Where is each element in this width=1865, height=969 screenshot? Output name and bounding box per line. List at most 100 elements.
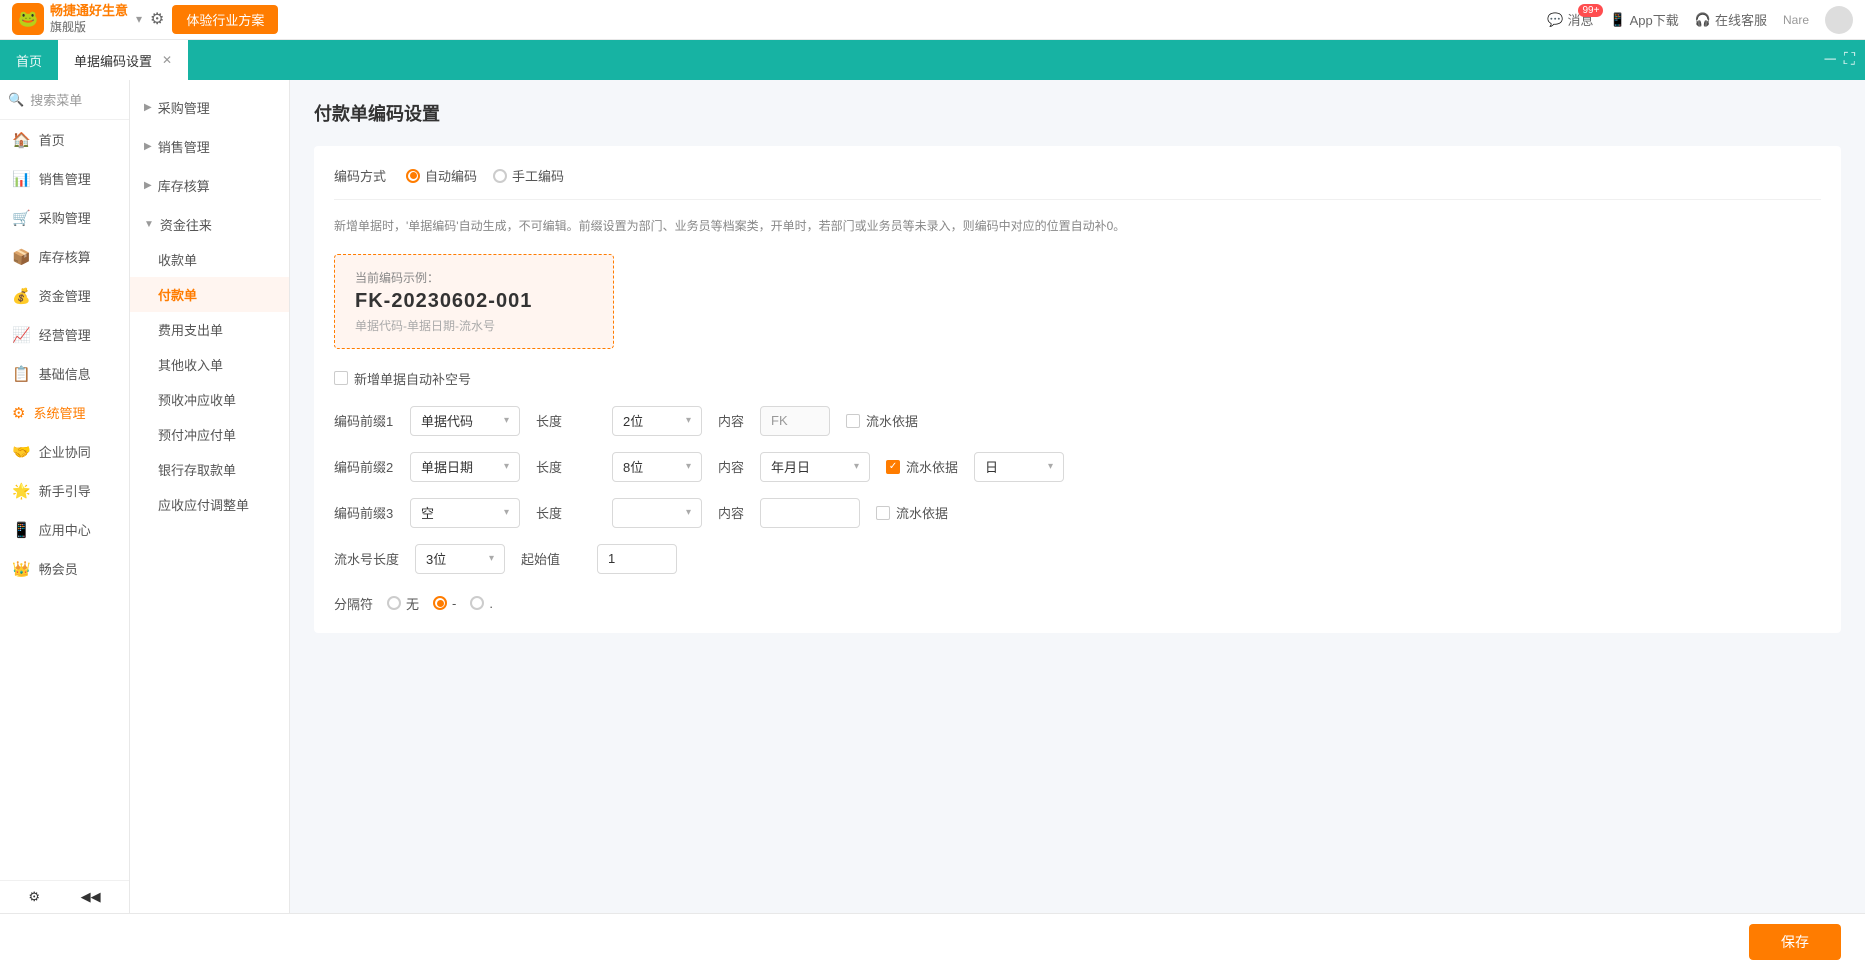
sub-menu-bank[interactable]: 银行存取款单 xyxy=(130,452,289,487)
sidebar-item-operations[interactable]: 📈 经营管理 xyxy=(0,315,129,354)
sep-dot-label: . xyxy=(489,596,493,611)
expand-icon[interactable]: ⛶ xyxy=(1844,51,1855,69)
sub-menu-funds: ▼ 资金往来 收款单 付款单 费用支出单 其他收入单 预收冲应收单 预付冲应付单… xyxy=(130,207,289,522)
start-value-input[interactable]: 1 xyxy=(597,544,677,574)
sep-dot-dot xyxy=(470,596,484,610)
sidebar-item-apps[interactable]: 📱 应用中心 xyxy=(0,510,129,549)
sub-menu-receipt[interactable]: 收款单 xyxy=(130,242,289,277)
sidebar-item-enterprise[interactable]: 🤝 企业协同 xyxy=(0,432,129,471)
sep-none-label: 无 xyxy=(406,594,419,613)
sidebar-search[interactable]: 🔍 搜索菜单 xyxy=(0,80,129,120)
code-preview-desc: 单据代码-单据日期-流水号 xyxy=(355,317,593,334)
trial-button[interactable]: 体验行业方案 xyxy=(172,5,278,34)
serial-length-arrow-icon: ▾ xyxy=(489,553,494,564)
sub-menu-payment[interactable]: 付款单 xyxy=(130,277,289,312)
prefix3-select[interactable]: 空 ▾ xyxy=(410,498,520,528)
sidebar-item-system[interactable]: ⚙ 系统管理 xyxy=(0,393,129,432)
online-service-label: 在线客服 xyxy=(1715,10,1767,29)
sep-none-radio[interactable]: 无 xyxy=(387,594,419,613)
message-button[interactable]: 💬 消息 99+ xyxy=(1547,10,1593,29)
sidebar-item-inventory[interactable]: 📦 库存核算 xyxy=(0,237,129,276)
length1-label: 长度 xyxy=(536,411,596,430)
serial2-unit-select[interactable]: 日 ▾ xyxy=(974,452,1064,482)
sub-menu-sales: ▶ 销售管理 xyxy=(130,129,289,164)
sub-menu-purchase: ▶ 采购管理 xyxy=(130,90,289,125)
sidebar-collapse-icon[interactable]: ◀◀ xyxy=(81,889,101,905)
sidebar-item-member[interactable]: 👑 畅会员 xyxy=(0,549,129,588)
prefix1-label: 编码前缀1 xyxy=(334,411,394,430)
sub-menu-advance-payment[interactable]: 预付冲应付单 xyxy=(130,417,289,452)
online-service-button[interactable]: 🎧 在线客服 xyxy=(1695,10,1767,29)
serial-length-select[interactable]: 3位 ▾ xyxy=(415,544,505,574)
page-content: 付款单编码设置 编码方式 自动编码 手工编码 xyxy=(290,80,1865,913)
sidebar-item-sales[interactable]: 📊 销售管理 xyxy=(0,159,129,198)
tab-encoding-settings[interactable]: 单据编码设置 ✕ xyxy=(58,40,188,80)
sep-dash-radio[interactable]: - xyxy=(433,596,456,611)
sub-menu-funds-title[interactable]: ▼ 资金往来 xyxy=(130,207,289,242)
tab-close-icon[interactable]: ✕ xyxy=(162,53,172,67)
auto-code-radio[interactable]: 自动编码 xyxy=(406,166,477,185)
manual-code-radio-dot xyxy=(493,169,507,183)
sub-menu-inventory-title[interactable]: ▶ 库存核算 xyxy=(130,168,289,203)
prefix1-select[interactable]: 单据代码 ▾ xyxy=(410,406,520,436)
message-badge: 99+ xyxy=(1578,4,1603,17)
info-text: 新增单据时，'单据编码'自动生成，不可编辑。前缀设置为部门、业务员等档案类，开单… xyxy=(334,216,1821,238)
serial1-checkbox[interactable] xyxy=(846,414,860,428)
length3-select[interactable]: ▾ xyxy=(612,498,702,528)
sub-menu-advance-receipt[interactable]: 预收冲应收单 xyxy=(130,382,289,417)
sidebar-item-home[interactable]: 🏠 首页 xyxy=(0,120,129,159)
inventory-arrow-icon: ▶ xyxy=(144,180,152,191)
purchase-icon: 🛒 xyxy=(12,209,31,227)
prefix3-arrow-icon: ▾ xyxy=(504,507,509,518)
sub-menu-purchase-title[interactable]: ▶ 采购管理 xyxy=(130,90,289,125)
separator-row: 分隔符 无 - . xyxy=(334,594,1821,613)
tab-home[interactable]: 首页 xyxy=(0,40,58,80)
app-download-button[interactable]: 📱 App下载 xyxy=(1609,10,1678,29)
content2-arrow-icon: ▾ xyxy=(854,461,859,472)
sub-menu-purchase-label: 采购管理 xyxy=(158,98,210,117)
system-icon: ⚙ xyxy=(12,404,25,422)
content2-select[interactable]: 年月日 ▾ xyxy=(760,452,870,482)
prefix3-label: 编码前缀3 xyxy=(334,503,394,522)
tab-home-label: 首页 xyxy=(16,51,42,70)
length1-value: 2位 xyxy=(623,411,680,430)
sidebar-item-basics[interactable]: 📋 基础信息 xyxy=(0,354,129,393)
sidebar-member-label: 畅会员 xyxy=(39,559,78,578)
sidebar-item-guide[interactable]: 🌟 新手引导 xyxy=(0,471,129,510)
sidebar-item-purchase[interactable]: 🛒 采购管理 xyxy=(0,198,129,237)
apps-icon: 📱 xyxy=(12,521,31,539)
sub-menu-other-income[interactable]: 其他收入单 xyxy=(130,347,289,382)
settings-icon[interactable]: ⚙ xyxy=(150,9,164,29)
sub-menu-adjustment[interactable]: 应收应付调整单 xyxy=(130,487,289,522)
minimize-icon[interactable]: ─ xyxy=(1824,51,1835,69)
basics-icon: 📋 xyxy=(12,365,31,383)
sub-menu-sales-title[interactable]: ▶ 销售管理 xyxy=(130,129,289,164)
length2-value: 8位 xyxy=(623,457,680,476)
radio-group-encoding: 自动编码 手工编码 xyxy=(406,166,564,185)
auto-fill-checkbox[interactable] xyxy=(334,371,348,385)
sub-menu-expense[interactable]: 费用支出单 xyxy=(130,312,289,347)
serial3-checkbox[interactable] xyxy=(876,506,890,520)
length2-label: 长度 xyxy=(536,457,596,476)
serial2-checkbox[interactable]: ✓ xyxy=(886,460,900,474)
funds-arrow-icon: ▼ xyxy=(144,219,154,230)
length1-select[interactable]: 2位 ▾ xyxy=(612,406,702,436)
sidebar-operations-label: 经营管理 xyxy=(39,325,91,344)
sidebar-item-finance[interactable]: 💰 资金管理 xyxy=(0,276,129,315)
manual-code-radio[interactable]: 手工编码 xyxy=(493,166,564,185)
sep-dash-label: - xyxy=(452,596,456,611)
dropdown-arrow-icon[interactable]: ▾ xyxy=(136,12,142,26)
serial2-unit-arrow-icon: ▾ xyxy=(1048,461,1053,472)
save-button[interactable]: 保存 xyxy=(1749,924,1841,960)
enterprise-icon: 🤝 xyxy=(12,443,31,461)
prefix2-value: 单据日期 xyxy=(421,457,498,476)
sidebar-nav: 🏠 首页 📊 销售管理 🛒 采购管理 📦 库存核算 💰 资金管理 📈 经 xyxy=(0,120,129,880)
member-icon: 👑 xyxy=(12,560,31,578)
prefix2-label: 编码前缀2 xyxy=(334,457,394,476)
length2-select[interactable]: 8位 ▾ xyxy=(612,452,702,482)
prefix2-select[interactable]: 单据日期 ▾ xyxy=(410,452,520,482)
sub-sidebar: ▶ 采购管理 ▶ 销售管理 ▶ 库存核算 ▼ 资金往来 xyxy=(130,80,290,913)
sidebar-settings-icon[interactable]: ⚙ xyxy=(28,889,40,905)
sep-dot-radio[interactable]: . xyxy=(470,596,493,611)
sidebar: 🔍 搜索菜单 🏠 首页 📊 销售管理 🛒 采购管理 📦 库存核算 💰 xyxy=(0,80,130,913)
